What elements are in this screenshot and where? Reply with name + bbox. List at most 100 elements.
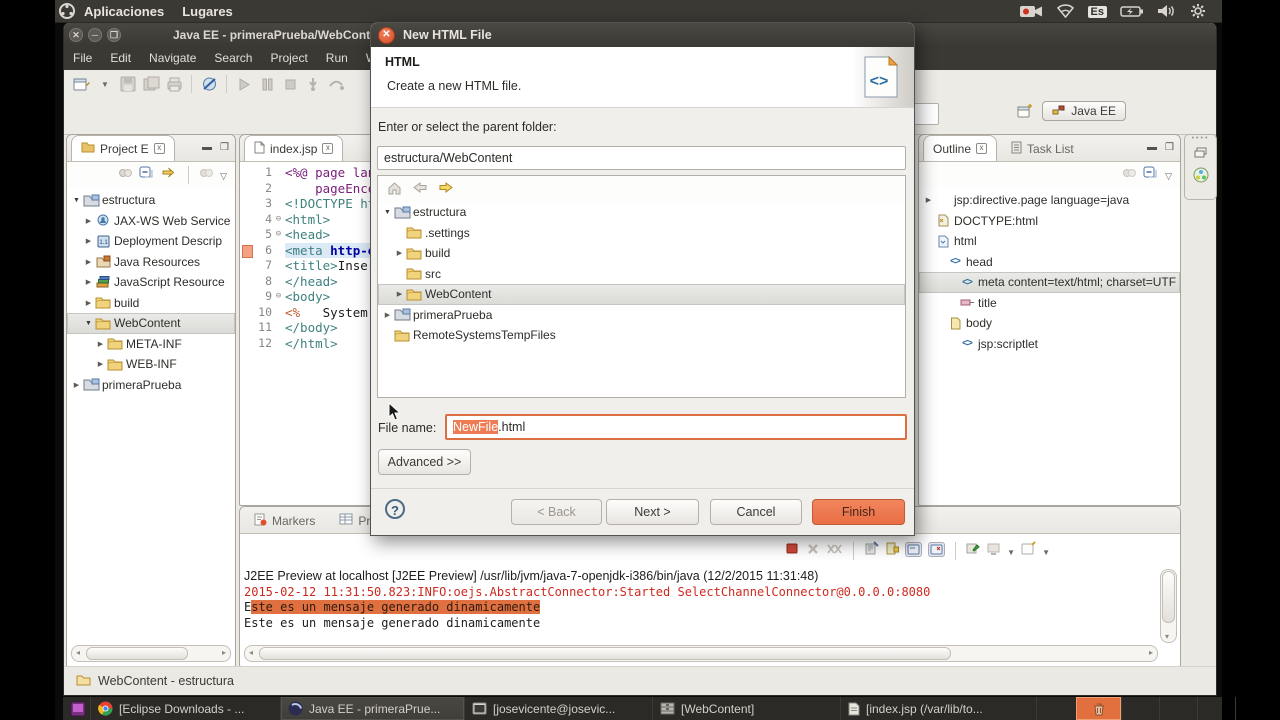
minimize-icon[interactable]: ▬ [202,142,212,153]
advanced-button[interactable]: Advanced >> [378,449,471,475]
collapsed-icon[interactable]: ▶ [95,340,106,348]
fold-collapse-icon[interactable]: ⊖ [272,227,285,243]
close-icon[interactable]: x [322,143,334,154]
project-explorer-item[interactable]: ▼ WebContent [67,313,235,334]
dropdown-icon[interactable]: ▼ [1007,542,1015,560]
clear-icon[interactable] [864,541,879,560]
collapsed-icon[interactable]: ▶ [95,360,106,368]
maximize-icon[interactable]: ❒ [220,142,229,153]
outline-item[interactable]: body [919,313,1180,334]
drag-handle[interactable]: •••• [1185,135,1216,142]
collapsed-icon[interactable]: ▶ [394,249,405,257]
outline-item[interactable]: <> jsp:scriptlet [919,334,1180,355]
folder-tree-item[interactable]: ▼ estructura [378,202,905,223]
menu-search[interactable]: Search [205,51,261,65]
project-explorer-item[interactable]: ▶ 1.1 Deployment Descrip [67,231,235,252]
tab-markers[interactable]: Markers [244,507,325,533]
view-menu-icon[interactable]: ▽ [220,166,227,184]
tab-index-jsp[interactable]: index.jsp x [244,135,344,161]
gray-x-icon[interactable] [806,542,820,560]
menu-file[interactable]: File [64,51,101,65]
project-explorer-item[interactable]: ▶ WEB-INF [67,354,235,375]
toggle-err-icon[interactable] [928,541,946,560]
folder-tree-item[interactable]: ▶ build [378,243,905,264]
home-icon[interactable] [387,181,402,198]
wifi-icon[interactable] [1056,4,1075,18]
suspend-icon[interactable] [257,74,277,94]
open-console-icon[interactable] [1021,541,1036,560]
link-editor-icon[interactable] [161,166,178,185]
view-menu-icon[interactable]: ▽ [1165,166,1172,184]
fold-collapse-icon[interactable]: ⊖ [272,212,285,228]
menu-project[interactable]: Project [261,51,316,65]
save-all-icon[interactable] [141,74,161,94]
menu-lugares[interactable]: Lugares [173,4,242,19]
parent-folder-input[interactable]: estructura/WebContent [377,146,906,170]
menu-run[interactable]: Run [317,51,357,65]
taskbar-item[interactable] [1076,697,1122,720]
collapsed-icon[interactable]: ▶ [382,311,393,319]
project-explorer-item[interactable]: ▶ JavaScript Resource [67,272,235,293]
collapsed-icon[interactable]: ▶ [83,237,94,245]
collapse-all-icon[interactable] [1143,166,1159,185]
forward-icon[interactable] [438,181,454,197]
scroll-lock-icon[interactable] [885,541,900,560]
collapsed-icon[interactable]: ▶ [394,290,405,298]
collapsed-icon[interactable]: ▶ [83,258,94,266]
screen-recorder-icon[interactable] [1019,4,1043,19]
maximize-icon[interactable]: ❒ [1165,142,1174,153]
file-name-input[interactable]: NewFile .html [445,414,907,440]
finish-button[interactable]: Finish [812,499,905,525]
outline-item[interactable]: <> head [919,252,1180,273]
taskbar-item-2[interactable]: Java EE - primeraPrue... [281,697,465,720]
open-perspective-icon[interactable] [1017,103,1034,119]
maximize-icon[interactable]: ❒ [107,27,121,42]
taskbar-item-5[interactable]: [index.jsp (/var/lib/to... [841,697,1037,720]
project-explorer-item[interactable]: ▶ primeraPrueba [67,375,235,396]
project-explorer-item[interactable]: ▼ estructura [67,190,235,211]
back-button[interactable]: < Back [511,499,602,525]
project-explorer-item[interactable]: ▶ JAX-WS Web Service [67,211,235,232]
perspective-java-ee-button[interactable]: Java EE [1042,101,1126,121]
dialog-titlebar[interactable]: ✕ New HTML File [371,23,914,47]
terminate-icon[interactable] [280,74,300,94]
dropdown-icon[interactable]: ▼ [95,74,115,94]
close-icon[interactable]: x [976,143,988,154]
collapsed-icon[interactable]: ▶ [923,196,934,204]
skip-breakpoints-icon[interactable] [199,74,219,94]
dropdown-icon[interactable]: ▼ [1042,542,1050,560]
save-icon[interactable] [118,74,138,94]
dim-icon[interactable] [1122,166,1137,185]
folder-tree-item[interactable]: src [378,264,905,285]
tab-project-explorer[interactable]: Project E x [71,135,175,161]
outline-item[interactable]: html [919,231,1180,252]
expanded-icon[interactable]: ▼ [382,209,393,216]
collapsed-icon[interactable]: ▶ [83,278,94,286]
tab-outline[interactable]: Outline x [923,135,998,161]
minimize-icon[interactable]: ─ [88,27,102,42]
project-explorer-item[interactable]: ▶ build [67,293,235,314]
servers-view-icon[interactable] [1185,167,1216,188]
restore-view-icon[interactable] [1185,145,1216,163]
tab-task-list[interactable]: Task List [1001,135,1084,161]
collapsed-icon[interactable]: ▶ [83,217,94,225]
focus-icon[interactable] [118,166,133,185]
horizontal-scrollbar[interactable]: ◂ ▸ [244,645,1158,662]
cancel-button[interactable]: Cancel [710,499,802,525]
display-console-icon[interactable] [986,542,1001,560]
settings-icon[interactable] [1190,3,1206,19]
outline-item[interactable]: title [919,293,1180,314]
menu-navigate[interactable]: Navigate [140,51,205,65]
outline-item[interactable]: DOCTYPE:html [919,211,1180,232]
project-explorer-item[interactable]: ▶ Java Resources [67,252,235,273]
terminate-red-icon[interactable] [785,542,800,560]
outline-item[interactable]: <> meta content=text/html; charset=UTF [919,272,1180,293]
horizontal-scrollbar[interactable]: ◂ ▸ [71,645,231,662]
dim-icon[interactable] [199,166,214,185]
menu-edit[interactable]: Edit [101,51,140,65]
close-icon[interactable]: ✕ [378,26,395,44]
collapsed-icon[interactable]: ▶ [71,381,82,389]
outline-item[interactable]: ▶ jsp:directive.page language=java [919,190,1180,211]
expanded-icon[interactable]: ▼ [71,197,82,204]
gray-xx-icon[interactable] [826,542,843,560]
